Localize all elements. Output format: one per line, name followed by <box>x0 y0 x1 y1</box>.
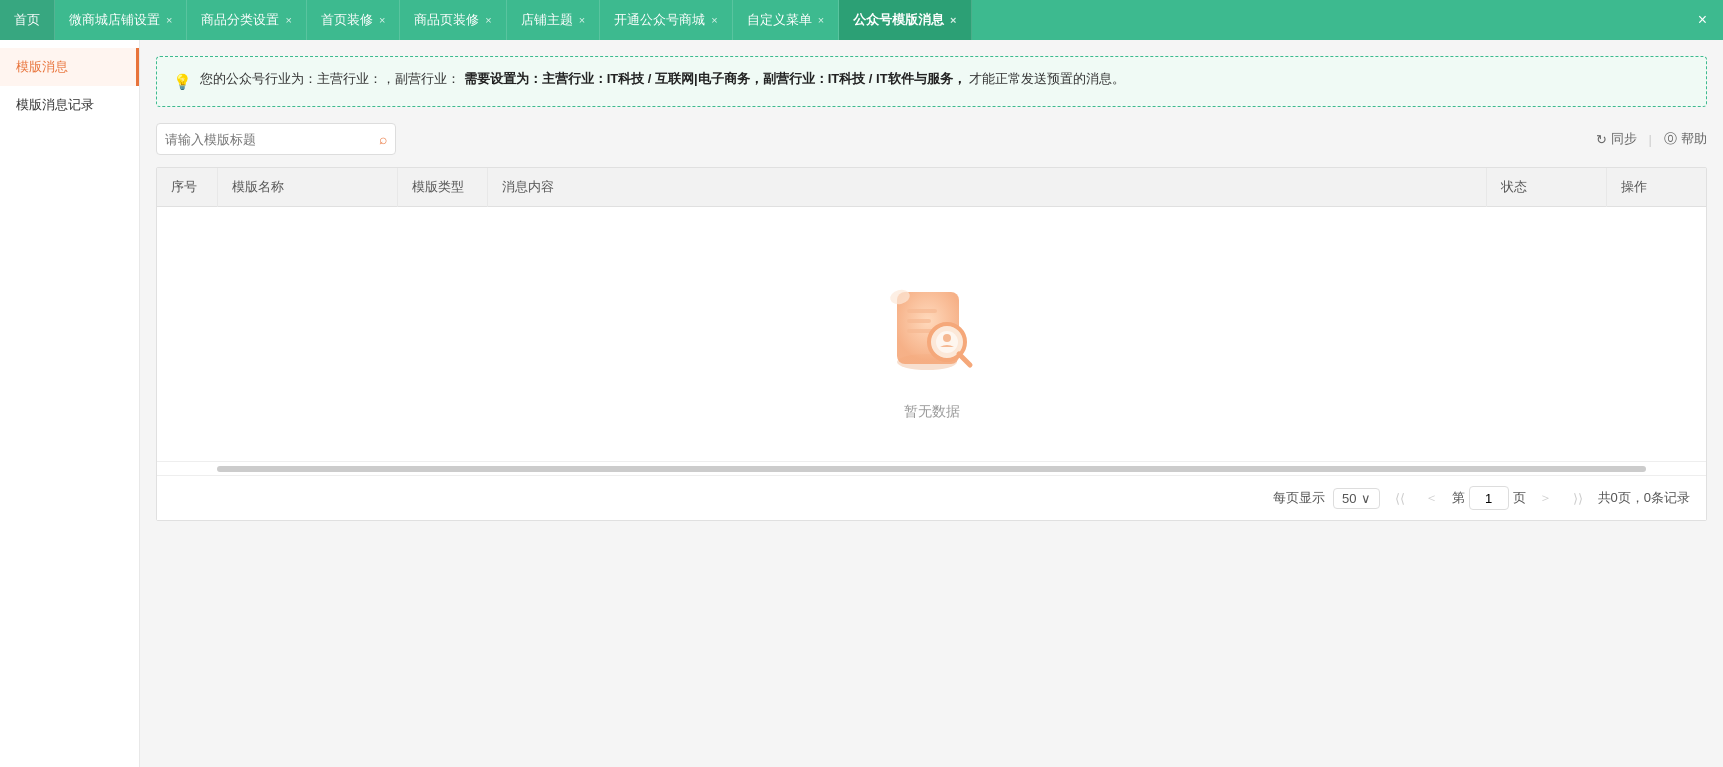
nav-tab-theme[interactable]: 店铺主题 × <box>507 0 600 40</box>
data-table: 序号 模版名称 模版类型 消息内容 状态 操作 <box>157 168 1706 207</box>
nav-tab-home[interactable]: 首页 <box>0 0 55 40</box>
svg-rect-4 <box>907 319 931 323</box>
nav-close-all-button[interactable]: × <box>1682 11 1723 29</box>
scrollbar-thumb[interactable] <box>217 466 1646 472</box>
sync-button[interactable]: ↻ 同步 <box>1596 130 1637 148</box>
search-input[interactable] <box>165 132 379 147</box>
nav-tab-custom-menu-close[interactable]: × <box>818 14 824 26</box>
help-icon: ⓪ <box>1664 130 1677 148</box>
svg-rect-3 <box>907 309 937 313</box>
svg-line-8 <box>959 354 970 365</box>
nav-tab-custom-menu-label: 自定义菜单 <box>747 11 812 29</box>
nav-tab-theme-label: 店铺主题 <box>521 11 573 29</box>
nav-tab-open-mall-label: 开通公众号商城 <box>614 11 705 29</box>
sidebar-item-template-msg-label: 模版消息 <box>16 59 68 74</box>
sidebar: 模版消息 模版消息记录 <box>0 40 140 767</box>
col-header-status: 状态 <box>1486 168 1606 207</box>
table-wrapper: 序号 模版名称 模版类型 消息内容 状态 操作 <box>156 167 1707 521</box>
nav-tab-open-mall[interactable]: 开通公众号商城 × <box>600 0 732 40</box>
nav-tab-template-msg[interactable]: 公众号模版消息 × <box>839 0 971 40</box>
notice-prefix: 您的公众号行业为：主营行业：，副营行业： <box>200 71 460 86</box>
sidebar-item-template-msg[interactable]: 模版消息 <box>0 48 139 86</box>
nav-tab-open-mall-close[interactable]: × <box>711 14 717 26</box>
nav-tab-store-settings-label: 微商城店铺设置 <box>69 11 160 29</box>
page-unit: 页 <box>1513 489 1526 507</box>
table-header: 序号 模版名称 模版类型 消息内容 状态 操作 <box>157 168 1706 207</box>
nav-tab-category-label: 商品分类设置 <box>201 11 279 29</box>
page-size-value: 50 <box>1342 491 1356 506</box>
main-layout: 模版消息 模版消息记录 💡 您的公众号行业为：主营行业：，副营行业： 需要设置为… <box>0 40 1723 767</box>
search-input-wrap[interactable]: ⌕ <box>156 123 396 155</box>
sync-icon: ↻ <box>1596 132 1607 147</box>
notice-box: 💡 您的公众号行业为：主营行业：，副营行业： 需要设置为：主营行业：IT科技 /… <box>156 56 1707 107</box>
sidebar-item-template-msg-record-label: 模版消息记录 <box>16 97 94 112</box>
page-first-button[interactable]: ⟨⟨ <box>1388 486 1412 510</box>
nav-tab-template-msg-close[interactable]: × <box>950 14 956 26</box>
sync-label: 同步 <box>1611 130 1637 148</box>
nav-tab-homepage-decor[interactable]: 首页装修 × <box>307 0 400 40</box>
nav-tab-store-settings-close[interactable]: × <box>166 14 172 26</box>
nav-tab-custom-menu[interactable]: 自定义菜单 × <box>733 0 839 40</box>
page-size-chevron: ∨ <box>1361 491 1371 506</box>
nav-tab-store-settings[interactable]: 微商城店铺设置 × <box>55 0 187 40</box>
notice-suffix: 才能正常发送预置的消息。 <box>969 71 1125 86</box>
nav-tab-product-decor-close[interactable]: × <box>485 14 491 26</box>
nav-tab-homepage-decor-label: 首页装修 <box>321 11 373 29</box>
nav-tab-homepage-decor-close[interactable]: × <box>379 14 385 26</box>
col-header-action: 操作 <box>1606 168 1706 207</box>
nav-tab-category[interactable]: 商品分类设置 × <box>187 0 306 40</box>
col-header-content: 消息内容 <box>487 168 1486 207</box>
page-prev-button[interactable]: ＜ <box>1420 486 1444 510</box>
page-next-button[interactable]: ＞ <box>1534 486 1558 510</box>
page-last-button[interactable]: ⟩⟩ <box>1566 486 1590 510</box>
nav-tab-home-label: 首页 <box>14 11 40 29</box>
notice-text: 您的公众号行业为：主营行业：，副营行业： 需要设置为：主营行业：IT科技 / 互… <box>200 69 1125 90</box>
nav-tab-product-decor-label: 商品页装修 <box>414 11 479 29</box>
empty-state: 暂无数据 <box>157 207 1706 461</box>
help-button[interactable]: ⓪ 帮助 <box>1664 130 1707 148</box>
search-bar: ⌕ ↻ 同步 | ⓪ 帮助 <box>156 123 1707 155</box>
search-button[interactable]: ⌕ <box>379 131 387 147</box>
page-size-label: 每页显示 <box>1273 489 1325 507</box>
help-label: 帮助 <box>1681 130 1707 148</box>
pagination: 每页显示 50 ∨ ⟨⟨ ＜ 第 页 ＞ ⟩⟩ 共0页，0条记录 <box>157 475 1706 520</box>
total-records: 共0页，0条记录 <box>1598 489 1690 507</box>
empty-state-text: 暂无数据 <box>904 403 960 421</box>
top-navigation: 首页 微商城店铺设置 × 商品分类设置 × 首页装修 × 商品页装修 × 店铺主… <box>0 0 1723 40</box>
col-header-index: 序号 <box>157 168 217 207</box>
page-number-input[interactable] <box>1469 486 1509 510</box>
empty-state-icon <box>872 267 992 387</box>
content-area: 💡 您的公众号行业为：主营行业：，副营行业： 需要设置为：主营行业：IT科技 /… <box>140 40 1723 767</box>
scrollbar-track[interactable] <box>157 461 1706 475</box>
nav-tab-product-decor[interactable]: 商品页装修 × <box>400 0 506 40</box>
nav-tab-category-close[interactable]: × <box>285 14 291 26</box>
svg-point-9 <box>943 334 951 342</box>
notice-icon: 💡 <box>173 70 192 94</box>
toolbar-divider: | <box>1649 132 1652 147</box>
sidebar-item-template-msg-record[interactable]: 模版消息记录 <box>0 86 139 124</box>
nav-tab-theme-close[interactable]: × <box>579 14 585 26</box>
notice-highlight: 需要设置为：主营行业：IT科技 / 互联网|电子商务，副营行业：IT科技 / I… <box>464 71 966 86</box>
nav-tab-template-msg-label: 公众号模版消息 <box>853 11 944 29</box>
page-input-wrap: 第 页 <box>1452 486 1526 510</box>
page-size-select[interactable]: 50 ∨ <box>1333 488 1379 509</box>
toolbar-right: ↻ 同步 | ⓪ 帮助 <box>1596 130 1707 148</box>
col-header-name: 模版名称 <box>217 168 397 207</box>
col-header-type: 模版类型 <box>397 168 487 207</box>
page-prefix: 第 <box>1452 489 1465 507</box>
